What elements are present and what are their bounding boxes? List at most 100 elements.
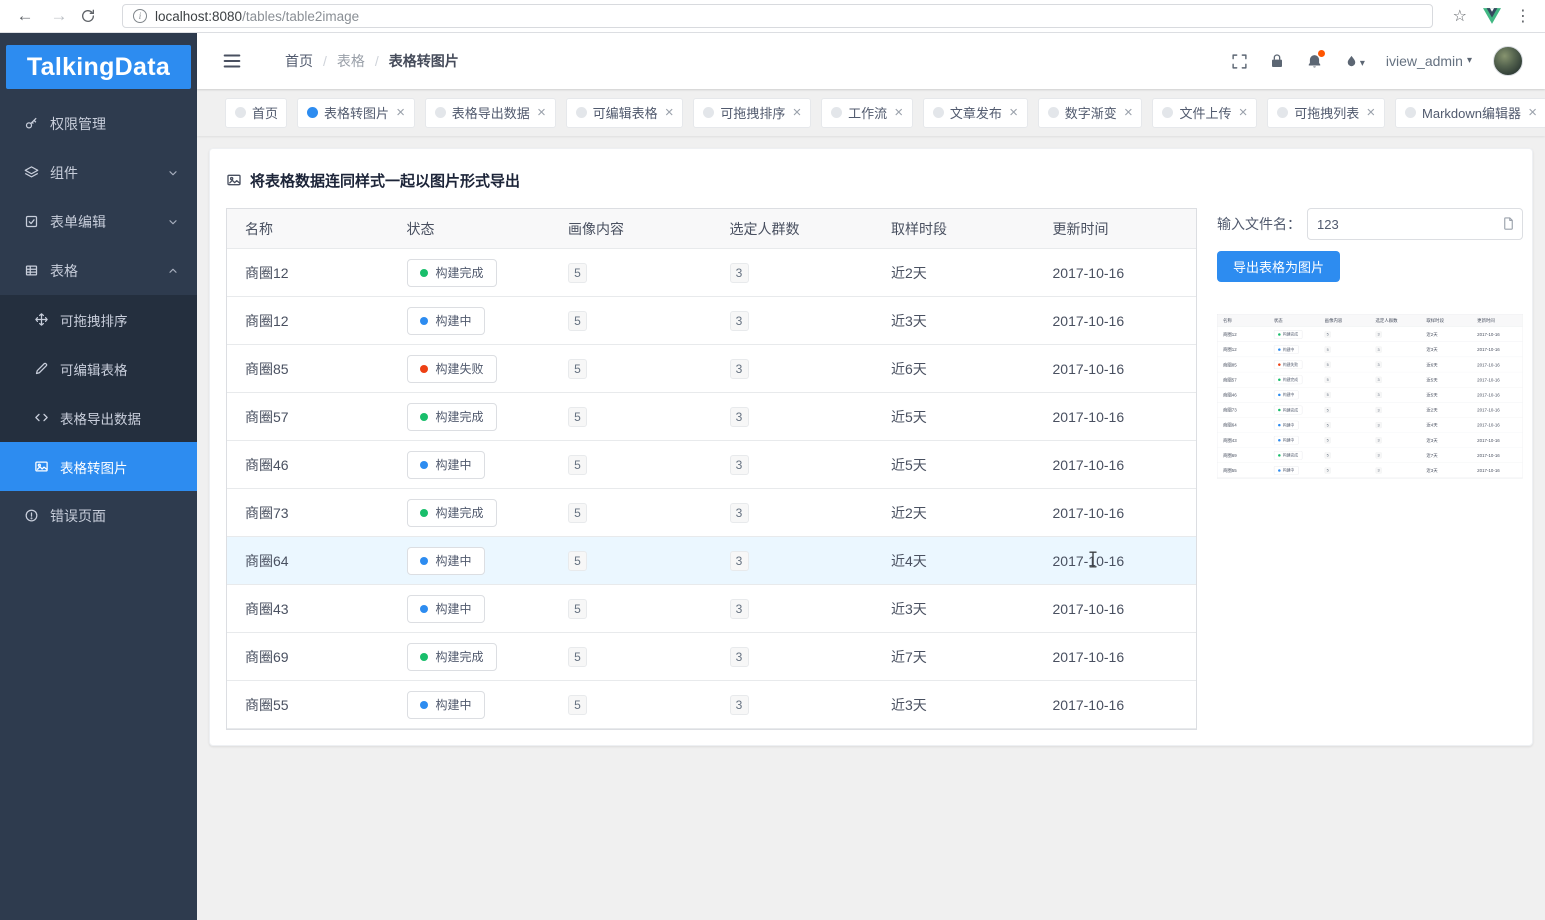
sidebar-item-components[interactable]: 组件 [0,148,197,197]
filename-input[interactable] [1307,208,1523,240]
table-row[interactable]: 商圈69 构建完成 5 3 近7天 2017-10-16 [227,633,1196,681]
breadcrumb-home[interactable]: 首页 [285,51,313,71]
tab-dot-icon [1047,107,1059,118]
status-button[interactable]: 构建失败 [406,354,497,383]
tab-close-icon[interactable]: × [1123,105,1134,120]
tab[interactable]: 表格转图片 × [297,97,415,128]
tab[interactable]: 可拖拽列表 × [1267,97,1386,128]
people-count: 3 [729,646,749,667]
status-button[interactable]: 构建中 [406,690,485,719]
preview-cell-period: 近4天 [1426,422,1438,428]
table-header-row: 名称 状态 画像内容 选定人群数 取样时段 更新时间 [227,209,1196,249]
vue-devtools-icon[interactable] [1483,8,1501,24]
move-icon [34,312,49,327]
status-button[interactable]: 构建中 [406,306,485,335]
table-row[interactable]: 商圈12 构建完成 5 3 近2天 2017-10-16 [227,249,1196,297]
preview-status-button: 构建完成 [1273,450,1303,460]
tab-close-icon[interactable]: × [1365,105,1376,120]
fullscreen-icon[interactable] [1231,53,1248,70]
table-row[interactable]: 商圈55 构建中 5 3 近3天 2017-10-16 [227,681,1196,729]
preview-portrait-count: 5 [1324,436,1331,444]
tab-close-icon[interactable]: × [395,105,406,120]
bell-icon[interactable] [1306,49,1325,70]
status-button[interactable]: 构建完成 [406,642,497,671]
table-row[interactable]: 商圈57 构建完成 5 3 近5天 2017-10-16 [227,393,1196,441]
lock-icon[interactable] [1269,53,1285,69]
tab[interactable]: 可编辑表格 × [565,97,684,128]
preview-body: 商圈12 构建完成 5 3 近2天 2017-10-16 商圈12 构建中 5 … [1217,326,1523,479]
menu-toggle-icon[interactable] [221,50,243,72]
cell-people: 3 [712,262,874,283]
tab[interactable]: 表格导出数据 × [424,97,556,128]
tab[interactable]: 数字渐变 × [1037,97,1143,128]
page-info-icon[interactable]: i [133,9,147,23]
sidebar-item-form-edit[interactable]: 表单编辑 [0,197,197,246]
status-button[interactable]: 构建中 [406,450,485,479]
sidebar-item-editable-table[interactable]: 可编辑表格 [0,344,197,393]
cell-people: 3 [712,646,874,667]
sidebar-item-tables[interactable]: 表格 [0,246,197,295]
theme-icon[interactable]: ▾ [1344,54,1365,69]
tab-close-icon[interactable]: × [664,105,675,120]
status-button[interactable]: 构建中 [406,594,485,623]
preview-cell-people: 3 [1370,376,1421,383]
preview-status-label: 构建中 [1282,468,1295,473]
preview-status-dot-icon [1277,378,1281,381]
tab-close-icon[interactable]: × [893,105,904,120]
tab-close-icon[interactable]: × [1527,105,1538,120]
tab[interactable]: 文章发布 × [922,97,1028,128]
tab-close-icon[interactable]: × [1238,105,1249,120]
table-row[interactable]: 商圈85 构建失败 5 3 近6天 2017-10-16 [227,345,1196,393]
status-button[interactable]: 构建完成 [406,402,497,431]
people-count: 3 [729,406,749,427]
cell-status: 构建完成 [389,642,551,671]
table-row[interactable]: 商圈73 构建完成 5 3 近2天 2017-10-16 [227,489,1196,537]
tab[interactable]: 首页 × [225,97,288,128]
topbar: 首页 / 表格 / 表格转图片 ▾ iview_admin ▾ [197,33,1545,89]
cell-people: 3 [712,406,874,427]
bookmark-star-icon[interactable]: ☆ [1453,6,1467,26]
tab-close-icon[interactable]: × [536,105,547,120]
people-count: 3 [729,262,749,283]
cell-portrait: 5 [550,502,712,523]
tab-close-icon[interactable]: × [791,105,802,120]
status-button[interactable]: 构建完成 [406,498,497,527]
preview-status-dot-icon [1277,408,1281,412]
preview-status-button: 构建完成 [1273,405,1303,415]
tab-close-icon[interactable]: × [1008,105,1019,120]
preview-status-label: 构建中 [1282,392,1295,398]
table-row[interactable]: 商圈64 构建中 5 3 近4天 2017-10-16 [227,537,1196,585]
preview-status-dot-icon [1277,438,1281,442]
status-dot-icon [419,700,428,709]
status-button[interactable]: 构建完成 [406,258,497,287]
browser-menu-icon[interactable]: ⋮ [1513,6,1533,26]
sidebar-item-error-pages[interactable]: 错误页面 [0,491,197,540]
breadcrumb-current: 表格转图片 [388,53,459,69]
breadcrumb-tables[interactable]: 表格 [337,51,365,71]
table-row[interactable]: 商圈43 构建中 5 3 近3天 2017-10-16 [227,585,1196,633]
preview-cell-status: 构建失败 [1268,360,1319,369]
logo[interactable]: TalkingData [6,45,191,89]
avatar[interactable] [1493,46,1523,76]
sidebar-item-table-export[interactable]: 表格导出数据 [0,393,197,442]
status-button[interactable]: 构建中 [406,546,485,575]
cell-people: 3 [712,454,874,475]
forward-icon[interactable]: → [46,6,72,26]
export-button[interactable]: 导出表格为图片 [1217,251,1341,282]
table-row[interactable]: 商圈46 构建中 5 3 近5天 2017-10-16 [227,441,1196,489]
sidebar-item-table-to-image[interactable]: 表格转图片 [0,442,197,491]
user-dropdown[interactable]: iview_admin ▾ [1386,53,1472,69]
tab[interactable]: 可拖拽排序 × [693,97,812,128]
status-label: 构建中 [435,458,472,472]
sidebar-item-drag-sort[interactable]: 可拖拽排序 [0,295,197,344]
tab[interactable]: 工作流 × [821,97,913,128]
table-row[interactable]: 商圈12 构建中 5 3 近3天 2017-10-16 [227,297,1196,345]
refresh-icon[interactable] [80,8,106,24]
tab[interactable]: Markdown编辑器 × [1395,97,1545,128]
cell-period: 近5天 [891,456,927,473]
tab-dot-icon [235,107,246,118]
tab[interactable]: 文件上传 × [1152,97,1258,128]
back-icon[interactable]: ← [12,6,38,26]
address-bar[interactable]: i localhost:8080/tables/table2image [122,4,1433,28]
sidebar-item-permission[interactable]: 权限管理 [0,99,197,148]
